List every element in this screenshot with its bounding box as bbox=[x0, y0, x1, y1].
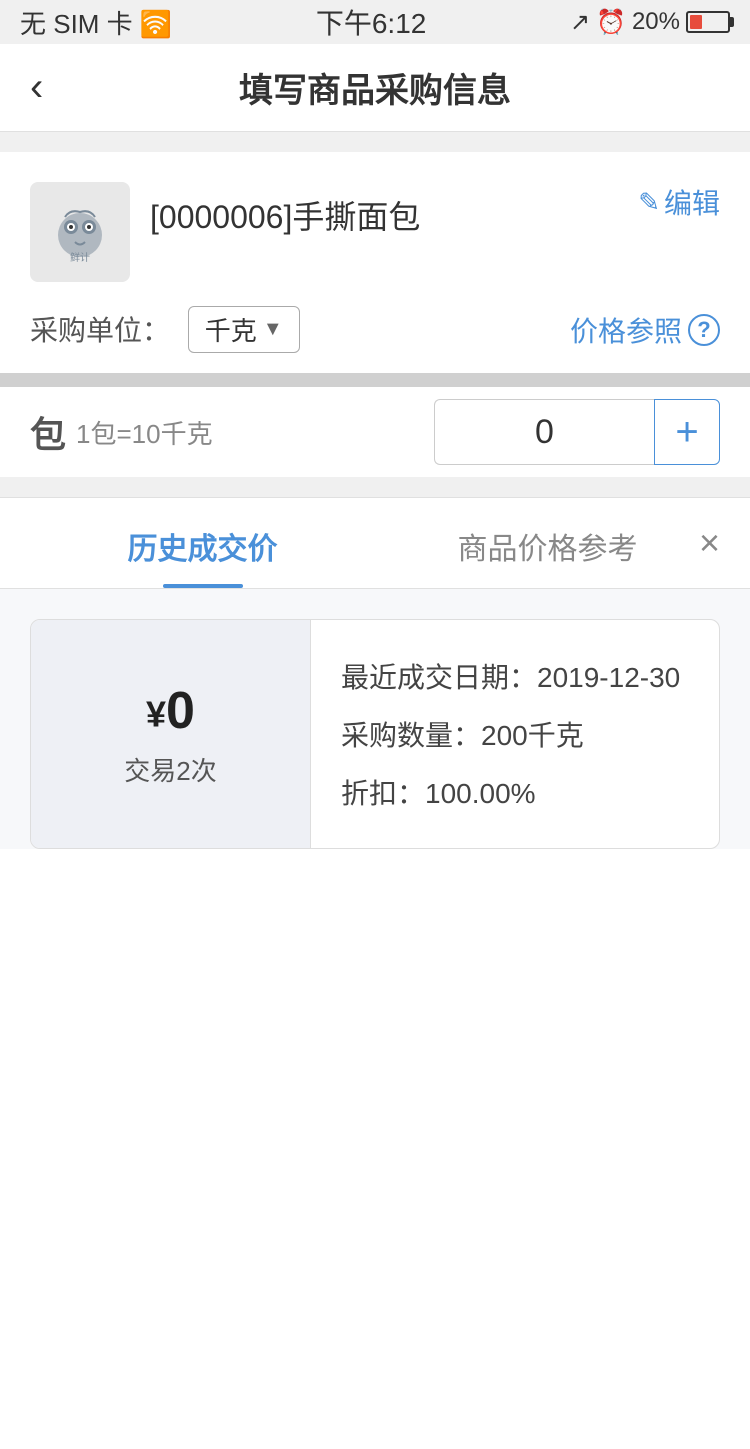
quantity-plus-button[interactable]: + bbox=[654, 399, 720, 465]
product-thumbnail: 鲜计 bbox=[30, 182, 130, 282]
quantity-input[interactable] bbox=[434, 399, 654, 465]
trade-card-price-section: ¥0 交易2次 bbox=[31, 620, 311, 848]
trade-quantity-row: 采购数量：200千克 bbox=[341, 714, 689, 754]
svg-text:鲜计: 鲜计 bbox=[70, 251, 90, 264]
back-button[interactable]: ‹ bbox=[30, 65, 43, 110]
price-ref-button[interactable]: 价格参照 ? bbox=[570, 310, 720, 350]
battery-icon bbox=[686, 11, 730, 33]
package-info: 包 1包=10千克 bbox=[30, 406, 213, 458]
page-title: 填写商品采购信息 bbox=[239, 63, 511, 112]
quantity-section: 包 1包=10千克 + bbox=[0, 387, 750, 477]
trade-card-details: 最近成交日期：2019-12-30 采购数量：200千克 折扣：100.00% bbox=[311, 620, 719, 848]
quantity-input-row: + bbox=[434, 399, 720, 465]
tabs-bar: 历史成交价 商品价格参考 × bbox=[0, 498, 750, 589]
trade-count: 交易2次 bbox=[124, 751, 216, 788]
nav-bar: ‹ 填写商品采购信息 bbox=[0, 44, 750, 132]
trade-price: ¥0 bbox=[146, 681, 195, 741]
tab-history-price[interactable]: 历史成交价 bbox=[30, 498, 375, 588]
bottom-panel: 历史成交价 商品价格参考 × ¥0 交易2次 最近成交日期：2019-12-30… bbox=[0, 497, 750, 1449]
unit-label: 采购单位： bbox=[30, 315, 170, 346]
package-ratio: 1包=10千克 bbox=[76, 414, 213, 451]
status-bar: 无 SIM 卡 🛜 下午6:12 ↗ ⏰ 20% bbox=[0, 0, 750, 44]
tab-active-indicator bbox=[163, 584, 243, 588]
product-left: 鲜计 [0000006]手撕面包 bbox=[30, 182, 420, 282]
unit-selector-group: 采购单位： 千克 ▼ bbox=[30, 306, 300, 353]
tab-price-ref[interactable]: 商品价格参考 bbox=[375, 498, 720, 588]
product-header: 鲜计 [0000006]手撕面包 ✎ 编辑 bbox=[30, 182, 720, 282]
sim-label: 无 SIM 卡 🛜 bbox=[20, 4, 172, 41]
edit-icon: ✎ bbox=[638, 187, 660, 218]
product-name: [0000006]手撕面包 bbox=[150, 182, 420, 238]
product-logo: 鲜计 bbox=[45, 197, 115, 267]
dropdown-arrow-icon: ▼ bbox=[263, 318, 283, 341]
product-section: 鲜计 [0000006]手撕面包 ✎ 编辑 采购单位： 千克 ▼ 价格参照 ? bbox=[0, 152, 750, 373]
trade-card: ¥0 交易2次 最近成交日期：2019-12-30 采购数量：200千克 折扣：… bbox=[30, 619, 720, 849]
status-left: 无 SIM 卡 🛜 bbox=[20, 4, 172, 41]
price-ref-help-icon: ? bbox=[688, 314, 720, 346]
package-icon: 包 bbox=[30, 406, 66, 458]
trade-recent-date-row: 最近成交日期：2019-12-30 bbox=[341, 656, 689, 696]
edit-button[interactable]: ✎ 编辑 bbox=[638, 182, 720, 222]
product-unit-row: 采购单位： 千克 ▼ 价格参照 ? bbox=[30, 306, 720, 353]
location-icon: ↗ bbox=[570, 8, 590, 37]
status-time: 下午6:12 bbox=[316, 2, 427, 42]
battery-percent: 20% bbox=[632, 8, 680, 36]
currency-symbol: ¥ bbox=[146, 693, 166, 734]
close-button[interactable]: × bbox=[699, 522, 720, 564]
alarm-icon: ⏰ bbox=[596, 8, 626, 37]
content-rest bbox=[0, 849, 750, 1449]
section-divider bbox=[0, 373, 750, 387]
status-right: ↗ ⏰ 20% bbox=[570, 8, 730, 37]
unit-select[interactable]: 千克 ▼ bbox=[188, 306, 300, 353]
trade-discount-row: 折扣：100.00% bbox=[341, 772, 689, 812]
